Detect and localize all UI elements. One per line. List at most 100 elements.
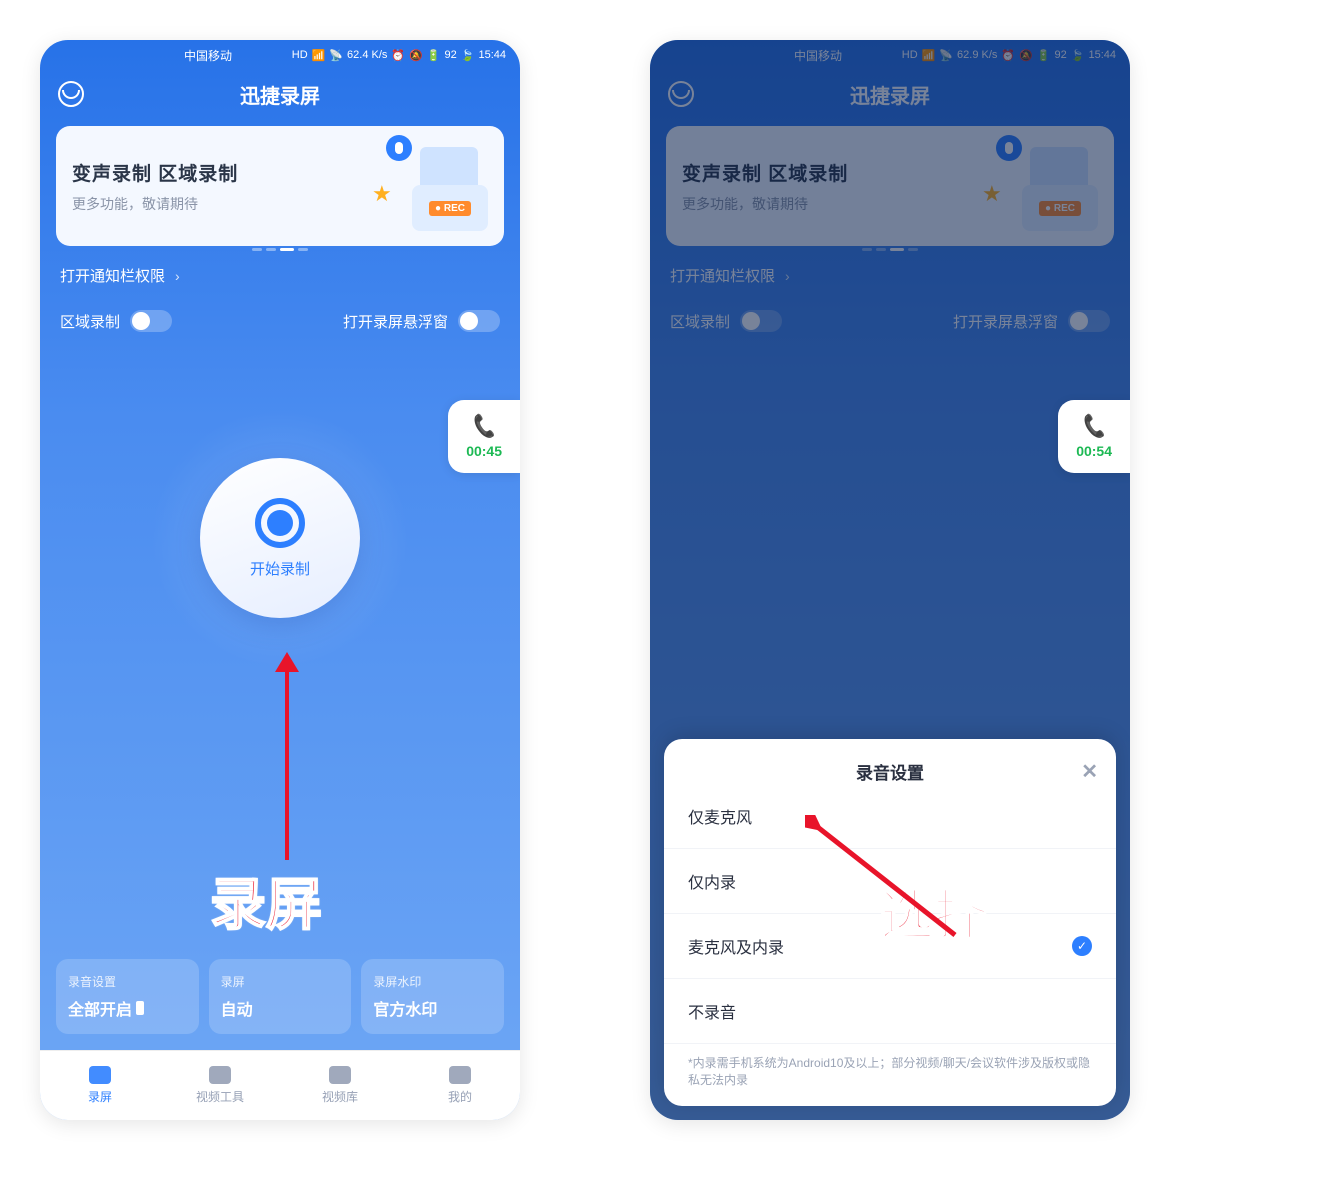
phone-icon: 📞: [1080, 412, 1109, 441]
chevron-right-icon: ›: [175, 268, 180, 284]
call-timer-chip[interactable]: 📞 00:54: [1058, 400, 1130, 473]
toggle-label-right: 打开录屏悬浮窗: [343, 311, 448, 332]
app-title: 迅捷录屏: [240, 80, 320, 109]
banner-illustration: ★ ● REC: [988, 141, 1098, 231]
toolbox-icon: [209, 1066, 231, 1084]
folder-icon: [329, 1066, 351, 1084]
tab-video-tools[interactable]: 视频工具: [160, 1051, 280, 1120]
card-label: 录屏水印: [373, 973, 492, 990]
wifi-icon: 📡: [939, 49, 953, 62]
net-speed: 62.4 K/s: [347, 49, 387, 61]
clock: 15:44: [1088, 49, 1116, 61]
carrier-label: 中国移动: [184, 47, 232, 64]
status-bar: 中国移动 HD 📶 📡 62.4 K/s ⏰ 🔕 🔋 92 🍃 15:44: [40, 40, 520, 70]
annotation-text-record: 录屏: [210, 860, 322, 941]
signal-icon: 📶: [922, 49, 936, 62]
call-timer-chip[interactable]: 📞 00:45: [448, 400, 520, 473]
tab-mine[interactable]: 我的: [400, 1051, 520, 1120]
hd-badge: HD: [292, 49, 308, 61]
person-icon: [449, 1066, 471, 1084]
app-header: 迅捷录屏: [650, 70, 1130, 118]
mic-icon: [996, 135, 1022, 161]
camera-icon: [89, 1066, 111, 1084]
phone-icon: 📞: [470, 412, 499, 441]
toggle-row: 区域录制 打开录屏悬浮窗: [650, 300, 1130, 338]
alarm-icon: ⏰: [391, 49, 405, 62]
floating-window-toggle-group: 打开录屏悬浮窗: [953, 310, 1110, 332]
status-bar: 中国移动 HD 📶 📡 62.9 K/s ⏰ 🔕 🔋 92 🍃 15:44: [650, 40, 1130, 70]
audio-settings-card[interactable]: 录音设置 全部开启: [56, 959, 199, 1034]
option-no-audio[interactable]: 不录音: [664, 979, 1116, 1044]
promo-banner[interactable]: 变声录制 区域录制 更多功能，敬请期待 ★ ● REC: [666, 126, 1114, 246]
check-icon: ✓: [1072, 936, 1092, 956]
floating-window-toggle-group: 打开录屏悬浮窗: [343, 310, 500, 332]
region-record-toggle[interactable]: [130, 310, 172, 332]
record-halo: 开始录制: [150, 408, 410, 668]
net-speed: 62.9 K/s: [957, 49, 997, 61]
promo-banner[interactable]: 变声录制 区域录制 更多功能，敬请期待 ★ ● REC: [56, 126, 504, 246]
banner-title: 变声录制 区域录制: [682, 159, 848, 186]
hd-badge: HD: [902, 49, 918, 61]
record-icon: [255, 498, 305, 548]
annotation-text-select: 选择: [880, 871, 988, 950]
star-icon: ★: [982, 181, 1002, 207]
floating-window-toggle[interactable]: [458, 310, 500, 332]
banner-subtitle: 更多功能，敬请期待: [682, 194, 848, 214]
mute-icon: 🔕: [409, 49, 423, 62]
battery-pct: 92: [445, 49, 457, 61]
card-label: 录音设置: [68, 973, 187, 990]
notification-permission-link[interactable]: 打开通知栏权限 ›: [650, 251, 1130, 300]
indicator-icon: [136, 1001, 144, 1015]
tab-video-library[interactable]: 视频库: [280, 1051, 400, 1120]
toggle-label-left: 区域录制: [60, 311, 120, 332]
settings-cards-row: 录音设置 全部开启 录屏 自动 录屏水印 官方水印: [56, 959, 504, 1034]
annotation-arrow: [285, 670, 289, 860]
banner-title: 变声录制 区域录制: [72, 159, 238, 186]
support-icon[interactable]: [58, 81, 84, 107]
record-mode-card[interactable]: 录屏 自动: [209, 959, 352, 1034]
wifi-icon: 📡: [329, 49, 343, 62]
signal-icon: 📶: [312, 49, 326, 62]
phone-illustration: ● REC: [1022, 185, 1098, 231]
app-title: 迅捷录屏: [850, 80, 930, 109]
bottom-tab-bar: 录屏 视频工具 视频库 我的: [40, 1050, 520, 1120]
chevron-right-icon: ›: [785, 268, 790, 284]
notification-permission-link[interactable]: 打开通知栏权限 ›: [40, 251, 520, 300]
region-record-toggle-group: 区域录制: [60, 310, 172, 332]
phone-illustration: ● REC: [412, 185, 488, 231]
call-duration: 00:54: [1076, 443, 1112, 459]
option-mic-only[interactable]: 仅麦克风: [664, 784, 1116, 849]
region-record-toggle[interactable]: [740, 310, 782, 332]
card-value: 自动: [221, 996, 340, 1020]
toggle-label-left: 区域录制: [670, 311, 730, 332]
star-icon: ★: [372, 181, 392, 207]
leaf-icon: 🍃: [1071, 49, 1085, 62]
floating-window-toggle[interactable]: [1068, 310, 1110, 332]
region-record-toggle-group: 区域录制: [670, 310, 782, 332]
watermark-card[interactable]: 录屏水印 官方水印: [361, 959, 504, 1034]
banner-subtitle: 更多功能，敬请期待: [72, 194, 238, 214]
battery-icon: 🔋: [1037, 49, 1051, 62]
leaf-icon: 🍃: [461, 49, 475, 62]
sheet-title: 录音设置 ✕: [664, 759, 1116, 784]
card-value: 官方水印: [373, 996, 492, 1020]
rec-badge: ● REC: [1039, 201, 1081, 216]
perm-label: 打开通知栏权限: [60, 265, 165, 286]
mute-icon: 🔕: [1019, 49, 1033, 62]
app-header: 迅捷录屏: [40, 70, 520, 118]
toggle-row: 区域录制 打开录屏悬浮窗: [40, 300, 520, 338]
toggle-label-right: 打开录屏悬浮窗: [953, 311, 1058, 332]
status-icons: HD 📶 📡 62.4 K/s ⏰ 🔕 🔋 92 🍃 15:44: [292, 49, 506, 62]
banner-illustration: ★ ● REC: [378, 141, 488, 231]
clock: 15:44: [478, 49, 506, 61]
status-icons: HD 📶 📡 62.9 K/s ⏰ 🔕 🔋 92 🍃 15:44: [902, 49, 1116, 62]
carrier-label: 中国移动: [794, 47, 842, 64]
start-record-button[interactable]: 开始录制: [200, 458, 360, 618]
phone-screenshot-right: 中国移动 HD 📶 📡 62.9 K/s ⏰ 🔕 🔋 92 🍃 15:44 迅捷…: [650, 40, 1130, 1120]
rec-badge: ● REC: [429, 201, 471, 216]
close-icon[interactable]: ✕: [1081, 759, 1098, 784]
tab-record[interactable]: 录屏: [40, 1051, 160, 1120]
call-duration: 00:45: [466, 443, 502, 459]
phone-screenshot-left: 中国移动 HD 📶 📡 62.4 K/s ⏰ 🔕 🔋 92 🍃 15:44 迅捷…: [40, 40, 520, 1120]
support-icon[interactable]: [668, 81, 694, 107]
